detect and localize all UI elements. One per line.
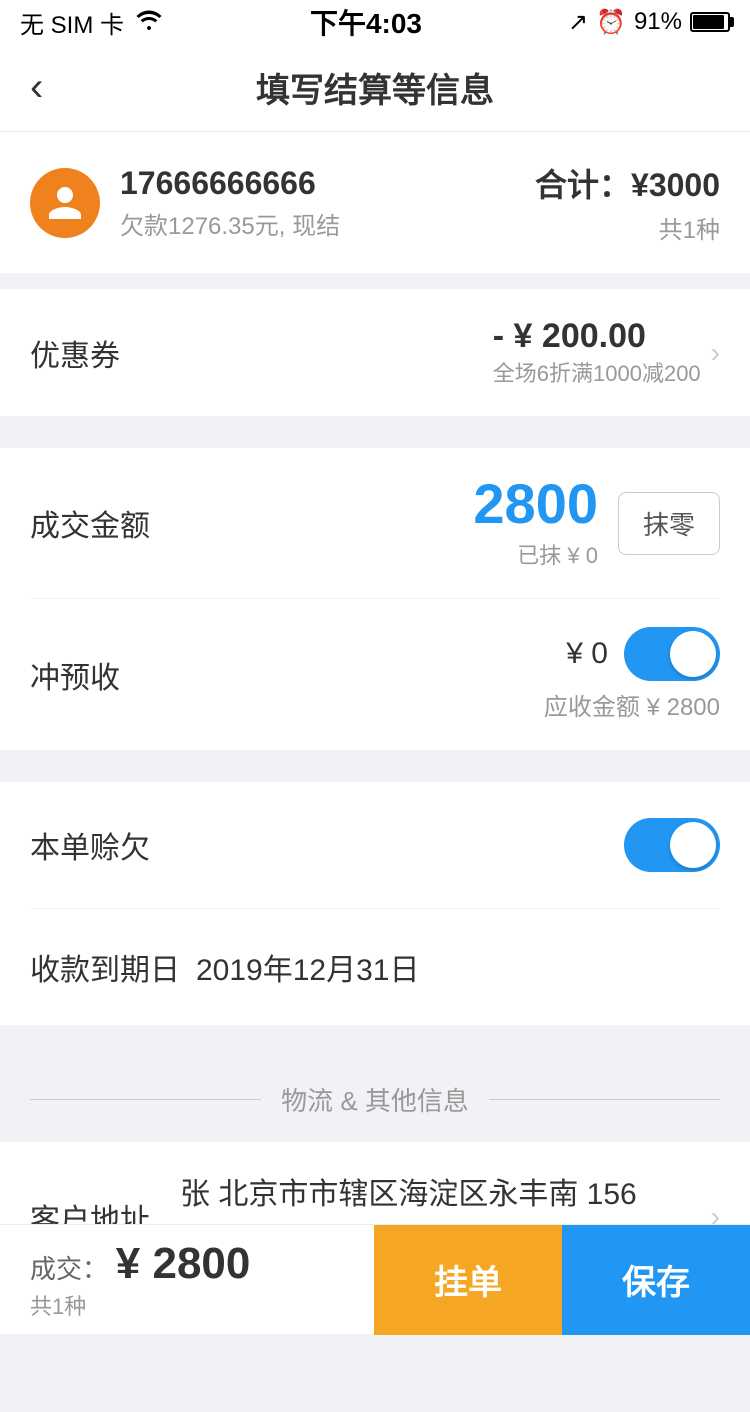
- prepayment-toggle-row: ¥ 0: [566, 627, 720, 681]
- coupon-detail: 全场6折满1000减200: [493, 356, 701, 388]
- user-icon: [45, 183, 85, 223]
- location-icon: ↗: [568, 8, 588, 37]
- logistics-divider: 物流 & 其他信息: [0, 1057, 750, 1142]
- logistics-label: 物流 & 其他信息: [281, 1081, 469, 1118]
- divider-line-right: [489, 1099, 720, 1100]
- prepayment-label: 冲预收: [30, 653, 120, 697]
- credit-section: 本单赊欠 收款到期日 2019年12月31日: [0, 782, 750, 1025]
- transaction-value-area: 2800 已抹 ¥ 0 抹零: [473, 476, 720, 570]
- prepayment-right: ¥ 0 应收金额 ¥ 2800: [544, 627, 720, 722]
- user-left: 17666666666 欠款1276.35元, 现结: [30, 165, 340, 241]
- wifi-icon: [134, 8, 164, 37]
- credit-toggle-knob: [670, 822, 716, 868]
- user-row: 17666666666 欠款1276.35元, 现结 合计：¥3000 共1种: [0, 132, 750, 273]
- save-button[interactable]: 保存: [562, 1225, 750, 1335]
- due-date-row: 收款到期日 2019年12月31日: [0, 909, 750, 1025]
- chevron-right-icon: ›: [711, 337, 720, 369]
- coupon-discount: - ¥ 200.00: [493, 317, 701, 356]
- no-sim-text: 无 SIM 卡: [20, 5, 124, 40]
- credit-toggle[interactable]: [624, 818, 720, 872]
- transaction-amount-area: 2800 已抹 ¥ 0: [473, 476, 598, 570]
- bottom-sub: 共1种: [30, 1289, 344, 1321]
- status-left: 无 SIM 卡: [20, 5, 164, 40]
- user-sub: 欠款1276.35元, 现结: [120, 206, 340, 241]
- coupon-row[interactable]: 优惠券 - ¥ 200.00 全场6折满1000减200 ›: [0, 289, 750, 416]
- section-gap-3: [0, 1041, 750, 1057]
- coupon-label: 优惠券: [30, 331, 120, 375]
- bottom-label-amount: 成交： ¥ 2800: [30, 1239, 344, 1289]
- user-right: 合计：¥3000 共1种: [535, 160, 720, 245]
- due-label: 收款到期日: [30, 945, 180, 989]
- transaction-row: 成交金额 2800 已抹 ¥ 0 抹零: [0, 448, 750, 598]
- status-right: ↗ ⏰ 91%: [568, 8, 730, 37]
- transaction-section: 成交金额 2800 已抹 ¥ 0 抹零 冲预收 ¥ 0 应收金额 ¥ 2800: [0, 448, 750, 750]
- section-gap-1: [0, 432, 750, 448]
- coupon-card: 优惠券 - ¥ 200.00 全场6折满1000减200 ›: [0, 289, 750, 416]
- prepayment-amount: ¥ 0: [566, 637, 608, 671]
- prepayment-toggle[interactable]: [624, 627, 720, 681]
- bottom-amount: ¥ 2800: [116, 1239, 251, 1288]
- status-time: 下午4:03: [310, 2, 422, 42]
- transaction-rounded: 已抹 ¥ 0: [473, 538, 598, 570]
- divider-line-left: [30, 1099, 261, 1100]
- transaction-amount: 2800: [473, 476, 598, 532]
- hang-order-button[interactable]: 挂单: [374, 1225, 562, 1335]
- coupon-right: - ¥ 200.00 全场6折满1000减200 ›: [493, 317, 720, 388]
- user-info: 17666666666 欠款1276.35元, 现结: [120, 165, 340, 241]
- bottom-summary: 成交： ¥ 2800 共1种: [0, 1239, 374, 1321]
- section-gap-2: [0, 766, 750, 782]
- prepayment-row: 冲预收 ¥ 0 应收金额 ¥ 2800: [0, 599, 750, 750]
- due-date: 2019年12月31日: [196, 945, 419, 989]
- prepayment-sub: 应收金额 ¥ 2800: [544, 687, 720, 722]
- back-button[interactable]: ‹: [20, 55, 53, 120]
- avatar: [30, 168, 100, 238]
- alarm-icon: ⏰: [596, 8, 626, 37]
- page-title: 填写结算等信息: [256, 63, 494, 112]
- bottom-bar: 成交： ¥ 2800 共1种 挂单 保存: [0, 1224, 750, 1334]
- nav-bar: ‹ 填写结算等信息: [0, 44, 750, 132]
- credit-label: 本单赊欠: [30, 823, 150, 867]
- user-info-card: 17666666666 欠款1276.35元, 现结 合计：¥3000 共1种: [0, 132, 750, 273]
- toggle-knob: [670, 631, 716, 677]
- battery-icon: [690, 12, 730, 32]
- status-bar: 无 SIM 卡 下午4:03 ↗ ⏰ 91%: [0, 0, 750, 44]
- transaction-label: 成交金额: [30, 501, 150, 545]
- user-phone: 17666666666: [120, 165, 340, 202]
- total-sub: 共1种: [535, 210, 720, 245]
- credit-row: 本单赊欠: [0, 782, 750, 908]
- bottom-label: 成交：: [30, 1254, 108, 1284]
- total-amount: 合计：¥3000: [535, 160, 720, 206]
- battery-percent: 91%: [634, 8, 682, 36]
- round-zero-button[interactable]: 抹零: [618, 492, 720, 555]
